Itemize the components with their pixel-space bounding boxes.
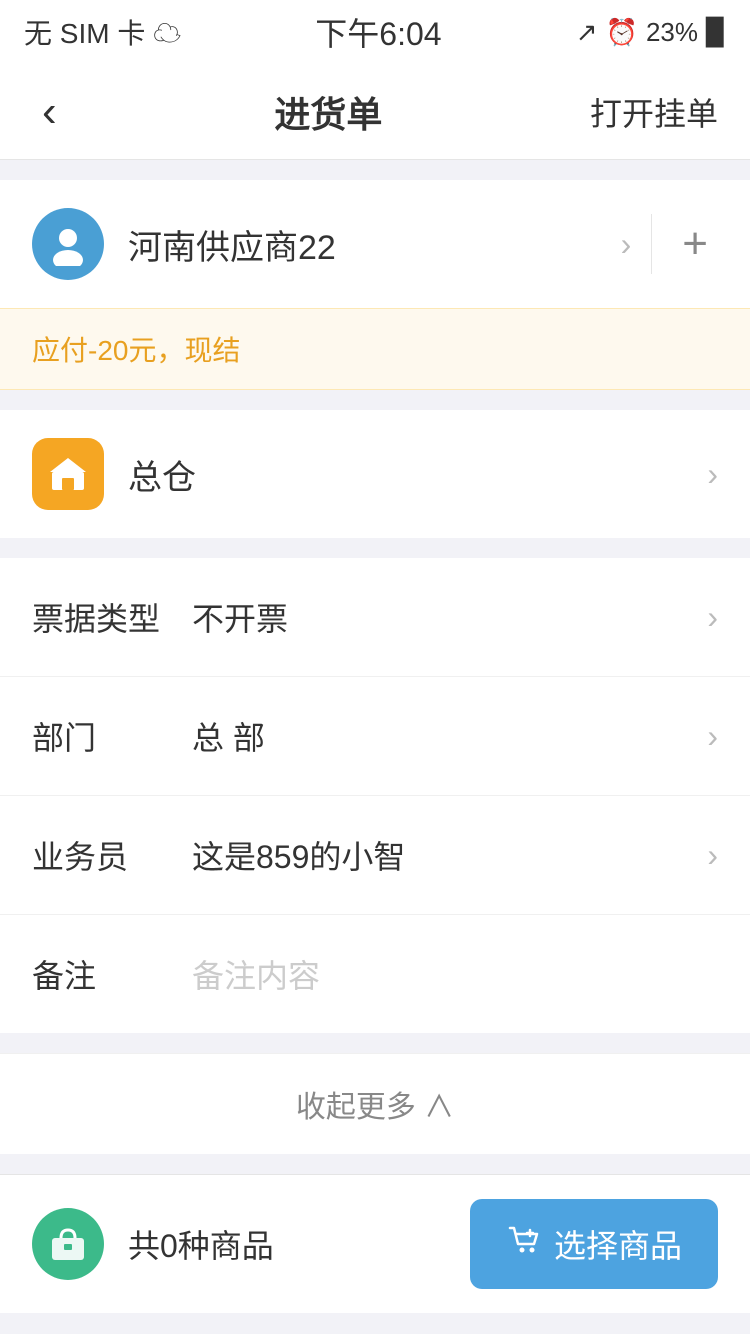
invoice-type-label: 票据类型 xyxy=(32,594,172,640)
notice-banner: 应付-20元，现结 xyxy=(0,308,750,390)
warehouse-card: 总仓 › xyxy=(0,410,750,538)
remark-row[interactable]: 备注 备注内容 xyxy=(0,915,750,1033)
department-value: 总 部 xyxy=(172,713,707,759)
form-section: 票据类型 不开票 › 部门 总 部 › 业务员 这是859的小智 › 备注 备注… xyxy=(0,558,750,1033)
page-title: 进货单 xyxy=(274,86,382,138)
salesman-value: 这是859的小智 xyxy=(172,832,707,878)
battery-icon: ▉ xyxy=(706,17,726,48)
warehouse-icon xyxy=(32,438,104,510)
supplier-name: 河南供应商22 xyxy=(128,220,621,269)
cart-icon xyxy=(506,1222,542,1266)
back-button[interactable]: ‹ xyxy=(32,77,67,147)
alarm-icon: ⏰ xyxy=(606,17,638,48)
bottom-bar: 共0种商品 选择商品 xyxy=(0,1174,750,1313)
goods-icon xyxy=(32,1208,104,1280)
invoice-type-value: 不开票 xyxy=(172,594,707,640)
gap-2 xyxy=(0,390,750,410)
salesman-row[interactable]: 业务员 这是859的小智 › xyxy=(0,796,750,915)
warehouse-row[interactable]: 总仓 › xyxy=(0,410,750,538)
select-goods-button[interactable]: 选择商品 xyxy=(470,1199,718,1289)
supplier-row[interactable]: 河南供应商22 › + xyxy=(0,180,750,308)
salesman-label: 业务员 xyxy=(32,832,172,878)
supplier-divider xyxy=(651,214,652,274)
status-right: ↗ ⏰ 23% ▉ xyxy=(576,17,726,48)
invoice-type-chevron-icon: › xyxy=(707,599,718,636)
remark-label: 备注 xyxy=(32,951,172,997)
supplier-chevron-icon: › xyxy=(621,226,632,263)
warehouse-name: 总仓 xyxy=(128,450,707,499)
department-row[interactable]: 部门 总 部 › xyxy=(0,677,750,796)
status-bar: 无 SIM 卡 ☁ 下午6:04 ↗ ⏰ 23% ▉ xyxy=(0,0,750,64)
location-icon: ↗ xyxy=(576,17,598,48)
select-goods-label: 选择商品 xyxy=(554,1221,682,1267)
supplier-card: 河南供应商22 › + 应付-20元，现结 xyxy=(0,180,750,390)
supplier-add-button[interactable]: + xyxy=(672,219,718,269)
goods-count: 共0种商品 xyxy=(128,1221,470,1267)
no-sim-text: 无 SIM 卡 ☁ xyxy=(24,12,181,52)
salesman-chevron-icon: › xyxy=(707,837,718,874)
invoice-type-row[interactable]: 票据类型 不开票 › xyxy=(0,558,750,677)
nav-bar: ‹ 进货单 打开挂单 xyxy=(0,64,750,160)
supplier-avatar xyxy=(32,208,104,280)
warehouse-chevron-icon: › xyxy=(707,456,718,493)
gap-1 xyxy=(0,160,750,180)
open-pending-button[interactable]: 打开挂单 xyxy=(590,89,718,135)
department-label: 部门 xyxy=(32,713,172,759)
battery-text: 23% xyxy=(646,17,698,48)
collapse-button[interactable]: 收起更多 ∧ xyxy=(0,1053,750,1154)
status-left: 无 SIM 卡 ☁ xyxy=(24,12,181,52)
remark-input[interactable]: 备注内容 xyxy=(172,951,718,997)
department-chevron-icon: › xyxy=(707,718,718,755)
status-time: 下午6:04 xyxy=(315,9,441,55)
